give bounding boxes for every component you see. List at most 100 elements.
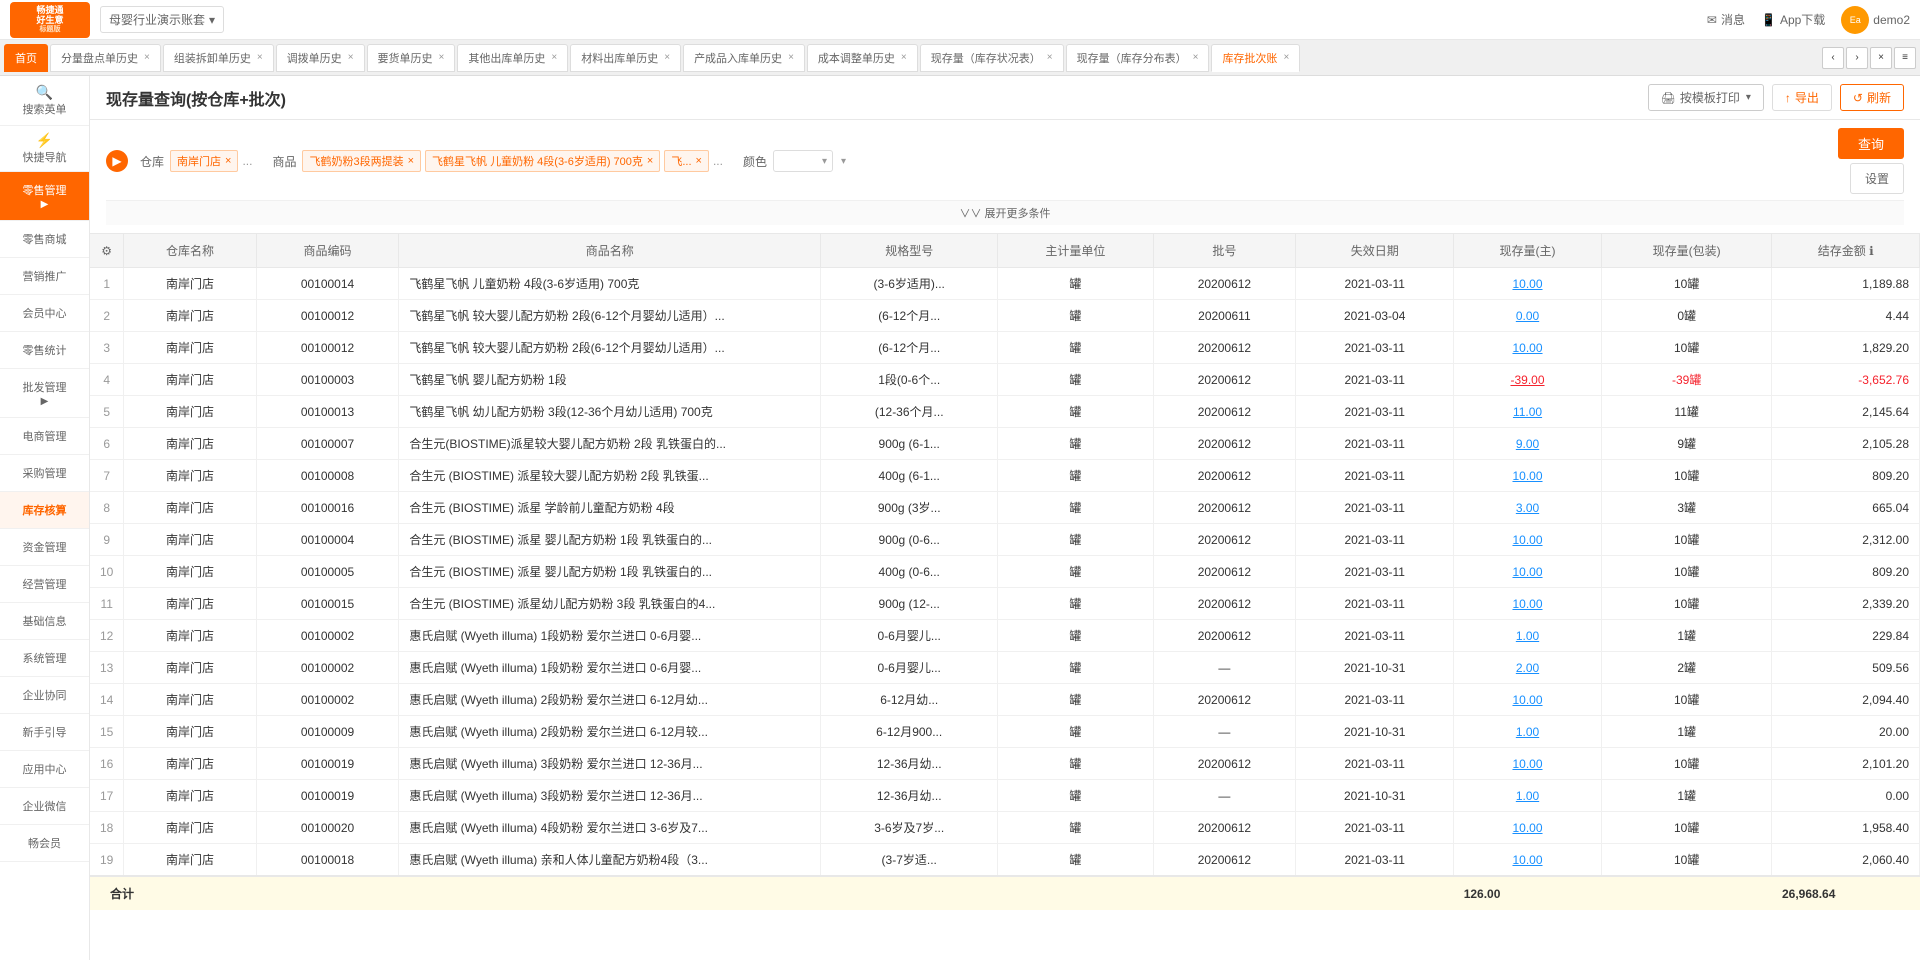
row-qty-main[interactable]: 10.00 bbox=[1454, 268, 1602, 300]
tab-fenliang[interactable]: 分量盘点单历史 × bbox=[50, 44, 161, 72]
sidebar-item-wechat[interactable]: 企业微信 bbox=[0, 788, 89, 825]
sidebar-item-guide[interactable]: 新手引导 bbox=[0, 714, 89, 751]
sidebar-quick-nav[interactable]: ⚡ 快捷导航 bbox=[0, 126, 89, 172]
tab-close-icon[interactable]: × bbox=[1193, 52, 1199, 63]
warehouse-tag[interactable]: 南岸门店 × bbox=[170, 150, 238, 172]
tab-batch[interactable]: 库存批次账 × bbox=[1211, 44, 1300, 72]
sidebar-item-inventory[interactable]: 库存核算 bbox=[0, 492, 89, 529]
row-spec: 900g (0-6... bbox=[821, 524, 998, 556]
tab-close-icon[interactable]: × bbox=[1047, 52, 1053, 63]
row-qty-main[interactable]: 10.00 bbox=[1454, 524, 1602, 556]
tag-close-icon[interactable]: × bbox=[696, 155, 702, 167]
col-settings[interactable]: ⚙ bbox=[90, 234, 124, 268]
settings-icon[interactable]: ⚙ bbox=[101, 244, 112, 258]
row-qty-main[interactable]: 10.00 bbox=[1454, 844, 1602, 877]
tab-close-icon[interactable]: × bbox=[144, 52, 150, 63]
row-qty-main[interactable]: 10.00 bbox=[1454, 748, 1602, 780]
row-code: 00100018 bbox=[256, 844, 399, 877]
row-qty-main[interactable]: 10.00 bbox=[1454, 812, 1602, 844]
export-button[interactable]: ↑ 导出 bbox=[1772, 84, 1832, 111]
tag-close-icon[interactable]: × bbox=[647, 155, 653, 167]
tab-close-icon[interactable]: × bbox=[788, 52, 794, 63]
tab-next-btn[interactable]: › bbox=[1846, 47, 1868, 69]
row-qty-main[interactable]: 3.00 bbox=[1454, 492, 1602, 524]
workspace-selector[interactable]: 母婴行业演示账套 ▾ bbox=[100, 6, 224, 33]
row-qty-main[interactable]: 10.00 bbox=[1454, 684, 1602, 716]
print-button[interactable]: 🖨 按模板打印 ▾ bbox=[1648, 84, 1764, 111]
row-index: 2 bbox=[90, 300, 124, 332]
sidebar-item-retail-shop[interactable]: 零售商城 bbox=[0, 221, 89, 258]
search-button[interactable]: 查询 bbox=[1838, 128, 1904, 159]
tab-otherout[interactable]: 其他出库单历史 × bbox=[457, 44, 568, 72]
messages-link[interactable]: ✉ 消息 bbox=[1707, 11, 1745, 28]
tab-close-icon[interactable]: × bbox=[1283, 52, 1289, 63]
row-expire: 2021-03-11 bbox=[1296, 812, 1454, 844]
expand-more-btn[interactable]: ∨∨ 展开更多条件 bbox=[106, 200, 1904, 225]
tab-close-icon[interactable]: × bbox=[551, 52, 557, 63]
filter-toggle-btn[interactable]: ▶ bbox=[106, 150, 128, 172]
tab-close-icon[interactable]: × bbox=[664, 52, 670, 63]
row-amount: 20.00 bbox=[1772, 716, 1920, 748]
sidebar-item-retail-mgmt[interactable]: 零售管理 ▶ bbox=[0, 172, 89, 221]
product-tag-3[interactable]: 飞... × bbox=[664, 150, 709, 172]
row-qty-main[interactable]: 10.00 bbox=[1454, 332, 1602, 364]
tag-close-icon[interactable]: × bbox=[408, 155, 414, 167]
row-qty-main[interactable]: 10.00 bbox=[1454, 556, 1602, 588]
settings-button[interactable]: 设置 bbox=[1850, 163, 1904, 194]
sidebar-item-appcenter[interactable]: 应用中心 bbox=[0, 751, 89, 788]
tab-home[interactable]: 首页 bbox=[4, 44, 48, 72]
row-qty-main[interactable]: 10.00 bbox=[1454, 460, 1602, 492]
sidebar-item-basic[interactable]: 基础信息 bbox=[0, 603, 89, 640]
color-select[interactable] bbox=[773, 150, 833, 172]
row-qty-main[interactable]: 1.00 bbox=[1454, 716, 1602, 748]
tab-yaohuo[interactable]: 要货单历史 × bbox=[367, 44, 456, 72]
user-profile[interactable]: Ea demo2 bbox=[1841, 6, 1910, 34]
row-qty-main[interactable]: 0.00 bbox=[1454, 300, 1602, 332]
tab-prev-btn[interactable]: ‹ bbox=[1822, 47, 1844, 69]
warehouse-more-btn[interactable]: ... bbox=[242, 154, 252, 168]
row-qty-main[interactable]: 10.00 bbox=[1454, 588, 1602, 620]
tab-close-icon[interactable]: × bbox=[257, 52, 263, 63]
sidebar-item-operations[interactable]: 经营管理 bbox=[0, 566, 89, 603]
row-name: 惠氏启赋 (Wyeth illuma) 3段奶粉 爱尔兰进口 12-36月... bbox=[399, 780, 821, 812]
sidebar: 🔍 搜索英单 ⚡ 快捷导航 零售管理 ▶ 零售商城 营销推广 会员中心 零售统计… bbox=[0, 76, 90, 960]
app-download-link[interactable]: 📱 App下载 bbox=[1761, 11, 1825, 28]
tab-diaob[interactable]: 调拨单历史 × bbox=[276, 44, 365, 72]
row-index: 13 bbox=[90, 652, 124, 684]
sidebar-item-purchase[interactable]: 采购管理 bbox=[0, 455, 89, 492]
sidebar-item-member2[interactable]: 畅会员 bbox=[0, 825, 89, 862]
sidebar-item-ecommerce[interactable]: 电商管理 bbox=[0, 418, 89, 455]
tab-menu-btn[interactable]: ≡ bbox=[1894, 47, 1916, 69]
product-tag-2[interactable]: 飞鹤星飞帆 儿童奶粉 4段(3-6岁适用) 700克 × bbox=[425, 150, 660, 172]
tag-close-icon[interactable]: × bbox=[225, 155, 231, 167]
tab-inventory1[interactable]: 现存量（库存状况表） × bbox=[920, 44, 1064, 72]
tab-zuzhuang[interactable]: 组装拆卸单历史 × bbox=[163, 44, 274, 72]
sidebar-item-retail-stats[interactable]: 零售统计 bbox=[0, 332, 89, 369]
tab-close-icon[interactable]: × bbox=[439, 52, 445, 63]
tab-material[interactable]: 材料出库单历史 × bbox=[570, 44, 681, 72]
row-qty-main[interactable]: 2.00 bbox=[1454, 652, 1602, 684]
row-qty-main[interactable]: 1.00 bbox=[1454, 780, 1602, 812]
sidebar-item-member[interactable]: 会员中心 bbox=[0, 295, 89, 332]
sidebar-item-wholesale[interactable]: 批发管理 ▶ bbox=[0, 369, 89, 418]
product-more-btn[interactable]: ... bbox=[713, 154, 723, 168]
row-qty-main[interactable]: 11.00 bbox=[1454, 396, 1602, 428]
sidebar-item-marketing[interactable]: 营销推广 bbox=[0, 258, 89, 295]
product-tag-1[interactable]: 飞鹤奶粉3段两提装 × bbox=[302, 150, 421, 172]
row-qty-main[interactable]: 1.00 bbox=[1454, 620, 1602, 652]
refresh-button[interactable]: ↺ 刷新 bbox=[1840, 84, 1904, 111]
tab-inventory2[interactable]: 现存量（库存分布表） × bbox=[1066, 44, 1210, 72]
sidebar-item-enterprise[interactable]: 企业协同 bbox=[0, 677, 89, 714]
sidebar-item-system[interactable]: 系统管理 bbox=[0, 640, 89, 677]
col-name: 商品名称 bbox=[399, 234, 821, 268]
tab-cost[interactable]: 成本调整单历史 × bbox=[807, 44, 918, 72]
sidebar-search[interactable]: 🔍 搜索英单 bbox=[0, 76, 89, 126]
row-qty-main[interactable]: -39.00 bbox=[1454, 364, 1602, 396]
sidebar-item-finance[interactable]: 资金管理 bbox=[0, 529, 89, 566]
color-expand-icon[interactable]: ▾ bbox=[841, 156, 846, 167]
tab-product[interactable]: 产成品入库单历史 × bbox=[683, 44, 805, 72]
tab-close-icon[interactable]: × bbox=[901, 52, 907, 63]
tab-close-all-btn[interactable]: × bbox=[1870, 47, 1892, 69]
row-qty-main[interactable]: 9.00 bbox=[1454, 428, 1602, 460]
tab-close-icon[interactable]: × bbox=[348, 52, 354, 63]
